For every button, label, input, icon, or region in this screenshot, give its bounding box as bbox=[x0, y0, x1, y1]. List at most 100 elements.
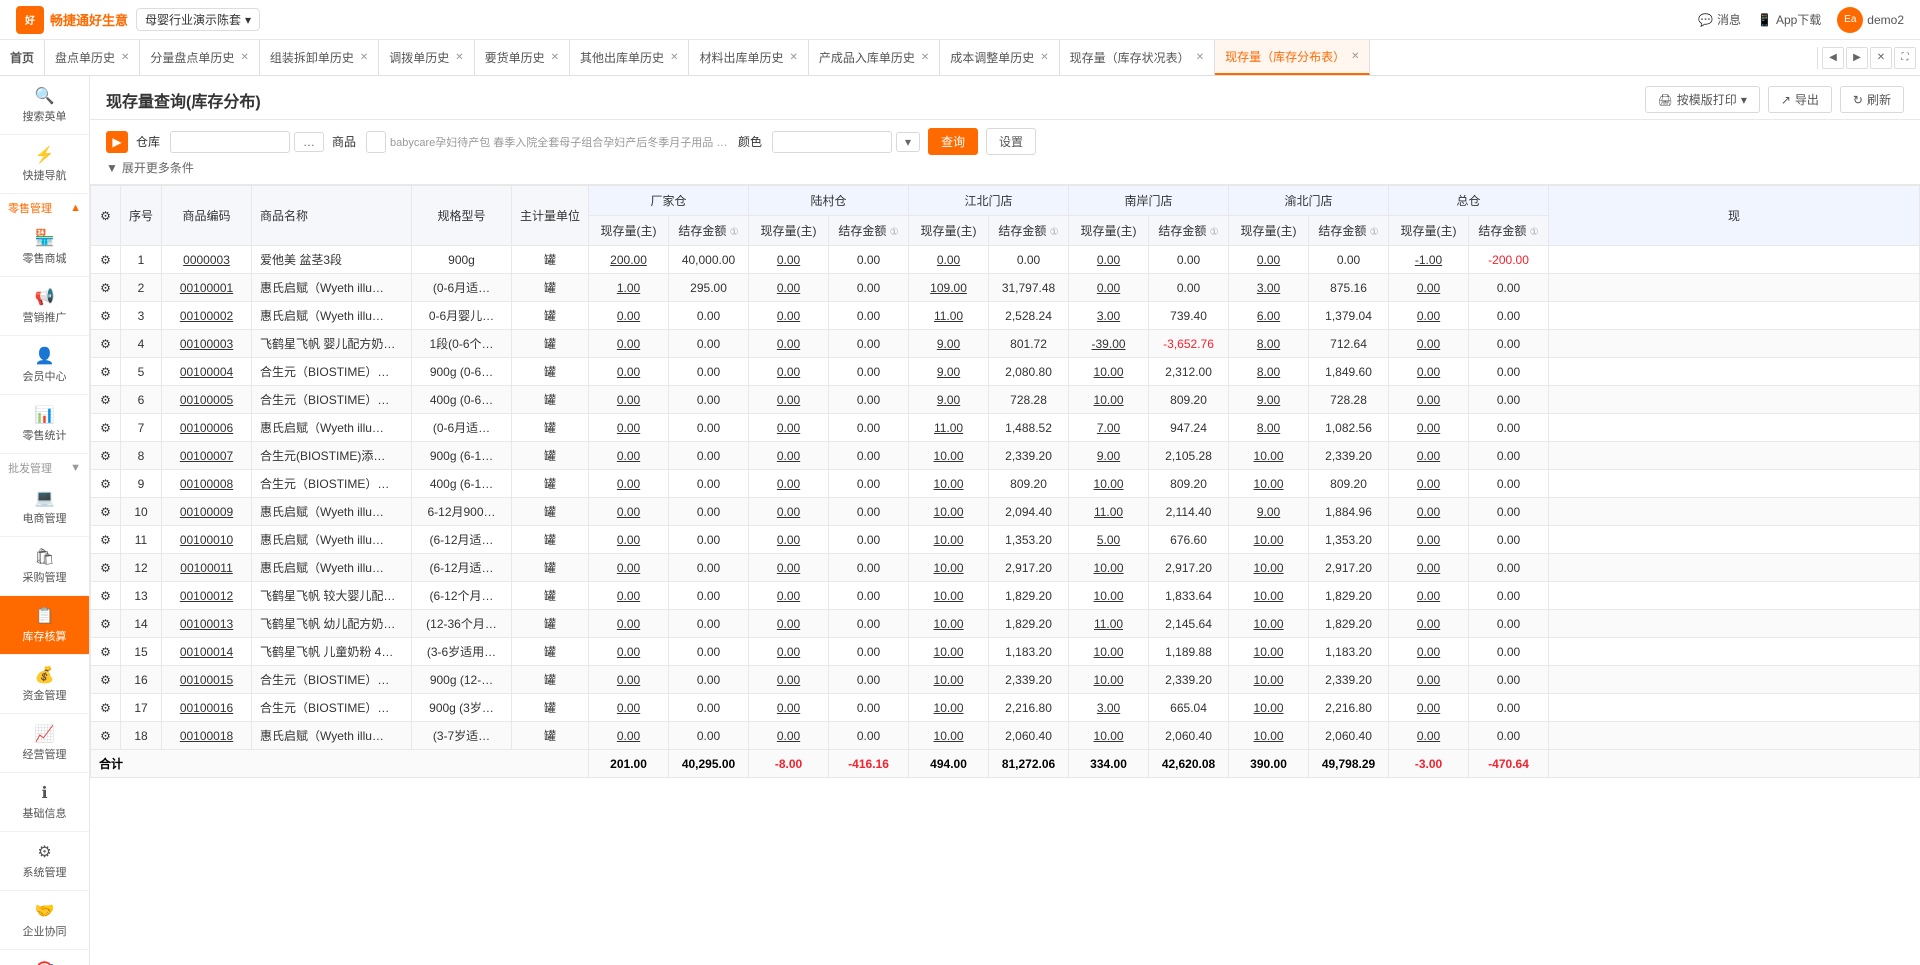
cell-changjiaCun-qty[interactable]: 0.00 bbox=[589, 414, 669, 442]
cell-nanan-qty[interactable]: 10.00 bbox=[1069, 666, 1149, 694]
cell-lucunCun-qty[interactable]: 0.00 bbox=[749, 470, 829, 498]
cell-jiangbei-qty[interactable]: 10.00 bbox=[909, 694, 989, 722]
cell-changjiaCun-qty[interactable]: 0.00 bbox=[589, 302, 669, 330]
warehouse-input[interactable] bbox=[170, 131, 290, 153]
cell-jiangbei-qty[interactable]: 11.00 bbox=[909, 414, 989, 442]
tab-zuzhuang[interactable]: 组装拆卸单历史 ✕ bbox=[260, 40, 379, 75]
cell-nanan-qty[interactable]: 3.00 bbox=[1069, 694, 1149, 722]
cell-changjiaCun-qty[interactable]: 0.00 bbox=[589, 694, 669, 722]
cell-settings[interactable]: ⚙ bbox=[91, 442, 121, 470]
cell-nanan-qty[interactable]: 10.00 bbox=[1069, 554, 1149, 582]
cell-settings[interactable]: ⚙ bbox=[91, 470, 121, 498]
cell-changjiaCun-qty[interactable]: 1.00 bbox=[589, 274, 669, 302]
sidebar-item-search[interactable]: 🔍 搜索英单 bbox=[0, 76, 89, 135]
cell-code[interactable]: 00100016 bbox=[162, 694, 252, 722]
col-settings-header[interactable]: ⚙ bbox=[91, 186, 121, 246]
cell-code[interactable]: 00100007 bbox=[162, 442, 252, 470]
cell-code[interactable]: 00100004 bbox=[162, 358, 252, 386]
user-area[interactable]: Ea demo2 bbox=[1837, 7, 1904, 33]
tab-diaobo-close[interactable]: ✕ bbox=[455, 52, 463, 63]
tab-next-btn[interactable]: ▶ bbox=[1846, 47, 1868, 69]
toggle-btn[interactable]: ▶ bbox=[106, 131, 128, 153]
cell-yubei-qty[interactable]: 10.00 bbox=[1229, 610, 1309, 638]
cell-nanan-qty[interactable]: 5.00 bbox=[1069, 526, 1149, 554]
cell-jiangbei-qty[interactable]: 10.00 bbox=[909, 442, 989, 470]
cell-nanan-qty[interactable]: 7.00 bbox=[1069, 414, 1149, 442]
cell-jiangbei-qty[interactable]: 10.00 bbox=[909, 554, 989, 582]
cell-changjiaCun-qty[interactable]: 0.00 bbox=[589, 386, 669, 414]
cell-lucunCun-qty[interactable]: 0.00 bbox=[749, 638, 829, 666]
cell-zongcang-qty[interactable]: 0.00 bbox=[1389, 274, 1469, 302]
color-input[interactable] bbox=[772, 131, 892, 153]
sidebar-item-basic[interactable]: ℹ 基础信息 bbox=[0, 773, 89, 832]
cell-yubei-qty[interactable]: 10.00 bbox=[1229, 526, 1309, 554]
cell-changjiaCun-qty[interactable]: 0.00 bbox=[589, 666, 669, 694]
warehouse-ellipsis-btn[interactable]: … bbox=[294, 132, 324, 152]
search-expand[interactable]: ▼ 展开更多条件 bbox=[106, 159, 1904, 176]
cell-zongcang-qty[interactable]: 0.00 bbox=[1389, 470, 1469, 498]
cell-jiangbei-qty[interactable]: 10.00 bbox=[909, 470, 989, 498]
cell-zongcang-qty[interactable]: 0.00 bbox=[1389, 610, 1469, 638]
sidebar-item-guide[interactable]: 🎯 新手引导 bbox=[0, 950, 89, 965]
cell-settings[interactable]: ⚙ bbox=[91, 358, 121, 386]
cell-code[interactable]: 00100003 bbox=[162, 330, 252, 358]
tab-pandian[interactable]: 盘点单历史 ✕ bbox=[45, 40, 140, 75]
cell-settings[interactable]: ⚙ bbox=[91, 526, 121, 554]
cell-settings[interactable]: ⚙ bbox=[91, 694, 121, 722]
tab-close-all-btn[interactable]: ✕ bbox=[1870, 47, 1892, 69]
cell-code[interactable]: 00100009 bbox=[162, 498, 252, 526]
sidebar-item-system[interactable]: ⚙ 系统管理 bbox=[0, 832, 89, 891]
cell-nanan-qty[interactable]: 10.00 bbox=[1069, 358, 1149, 386]
cell-zongcang-qty[interactable]: 0.00 bbox=[1389, 358, 1469, 386]
cell-lucunCun-qty[interactable]: 0.00 bbox=[749, 442, 829, 470]
cell-zongcang-qty[interactable]: 0.00 bbox=[1389, 302, 1469, 330]
cell-settings[interactable]: ⚙ bbox=[91, 302, 121, 330]
cell-code[interactable]: 00100011 bbox=[162, 554, 252, 582]
cell-yubei-qty[interactable]: 8.00 bbox=[1229, 330, 1309, 358]
settings-btn[interactable]: 设置 bbox=[986, 128, 1036, 155]
tab-xiancun1[interactable]: 现存量（库存状况表） ✕ bbox=[1060, 40, 1215, 75]
cell-code[interactable]: 00100008 bbox=[162, 470, 252, 498]
tab-chancheng-close[interactable]: ✕ bbox=[921, 52, 929, 63]
tab-qita[interactable]: 其他出库单历史 ✕ bbox=[570, 40, 689, 75]
product-input[interactable] bbox=[366, 131, 386, 153]
sidebar-item-collab[interactable]: 🤝 企业协同 bbox=[0, 891, 89, 950]
cell-settings[interactable]: ⚙ bbox=[91, 666, 121, 694]
message-btn[interactable]: 💬 消息 bbox=[1698, 11, 1741, 28]
cell-jiangbei-qty[interactable]: 9.00 bbox=[909, 386, 989, 414]
sidebar-item-ecommerce[interactable]: 💻 电商管理 bbox=[0, 478, 89, 537]
cell-settings[interactable]: ⚙ bbox=[91, 386, 121, 414]
tab-xiancun2-close[interactable]: ✕ bbox=[1351, 51, 1359, 62]
tab-pandian-close[interactable]: ✕ bbox=[121, 52, 129, 63]
cell-changjiaCun-qty[interactable]: 0.00 bbox=[589, 582, 669, 610]
cell-jiangbei-qty[interactable]: 9.00 bbox=[909, 358, 989, 386]
cell-code[interactable]: 00100014 bbox=[162, 638, 252, 666]
tab-chengben-close[interactable]: ✕ bbox=[1040, 52, 1048, 63]
cell-nanan-qty[interactable]: 10.00 bbox=[1069, 470, 1149, 498]
cell-jiangbei-qty[interactable]: 10.00 bbox=[909, 526, 989, 554]
sidebar-item-marketing[interactable]: 📢 营销推广 bbox=[0, 277, 89, 336]
cell-yubei-qty[interactable]: 0.00 bbox=[1229, 246, 1309, 274]
cell-zongcang-qty[interactable]: 0.00 bbox=[1389, 330, 1469, 358]
cell-jiangbei-qty[interactable]: 10.00 bbox=[909, 498, 989, 526]
cell-zongcang-qty[interactable]: -1.00 bbox=[1389, 246, 1469, 274]
sidebar-section-retail[interactable]: 零售管理 ▲ bbox=[0, 194, 89, 218]
tab-xiancun1-close[interactable]: ✕ bbox=[1196, 52, 1204, 63]
cell-jiangbei-qty[interactable]: 10.00 bbox=[909, 638, 989, 666]
cell-nanan-qty[interactable]: 11.00 bbox=[1069, 498, 1149, 526]
cell-settings[interactable]: ⚙ bbox=[91, 722, 121, 750]
cell-code[interactable]: 00100005 bbox=[162, 386, 252, 414]
cell-nanan-qty[interactable]: 10.00 bbox=[1069, 386, 1149, 414]
sidebar-item-retail-stats[interactable]: 📊 零售统计 bbox=[0, 395, 89, 454]
tab-fullscreen-btn[interactable]: ⛶ bbox=[1894, 47, 1916, 69]
cell-changjiaCun-qty[interactable]: 0.00 bbox=[589, 554, 669, 582]
cell-jiangbei-qty[interactable]: 109.00 bbox=[909, 274, 989, 302]
cell-code[interactable]: 00100001 bbox=[162, 274, 252, 302]
tab-zuzhuang-close[interactable]: ✕ bbox=[360, 52, 368, 63]
cell-lucunCun-qty[interactable]: 0.00 bbox=[749, 666, 829, 694]
cell-changjiaCun-qty[interactable]: 0.00 bbox=[589, 722, 669, 750]
cell-lucunCun-qty[interactable]: 0.00 bbox=[749, 722, 829, 750]
cell-changjiaCun-qty[interactable]: 0.00 bbox=[589, 330, 669, 358]
cell-lucunCun-qty[interactable]: 0.00 bbox=[749, 386, 829, 414]
cell-lucunCun-qty[interactable]: 0.00 bbox=[749, 498, 829, 526]
